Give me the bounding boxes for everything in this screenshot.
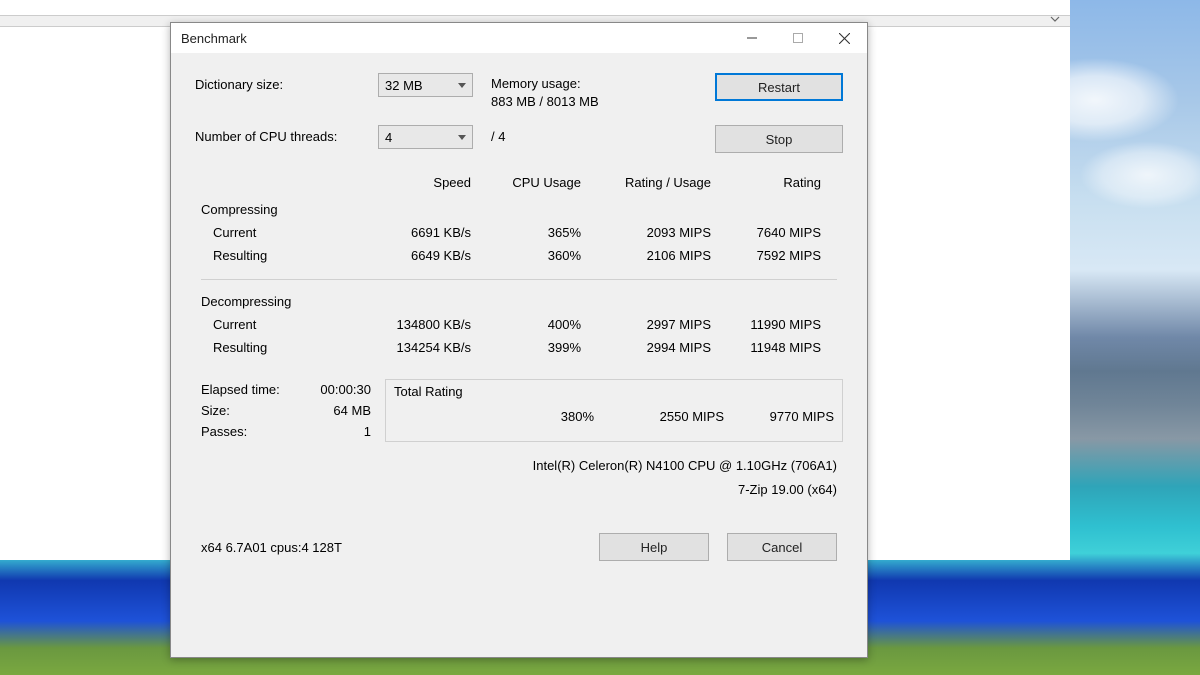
chevron-down-icon: [458, 83, 466, 88]
cell-cpu: 360%: [471, 248, 581, 263]
passes-value: 1: [311, 424, 371, 439]
table-row: Resulting 134254 KB/s 399% 2994 MIPS 119…: [201, 336, 837, 359]
cell-speed: 134254 KB/s: [331, 340, 471, 355]
size-label: Size:: [201, 403, 311, 418]
column-cpu-usage: CPU Usage: [471, 175, 581, 190]
table-row: Resulting 6649 KB/s 360% 2106 MIPS 7592 …: [201, 244, 837, 267]
compressing-label: Compressing: [201, 202, 837, 217]
column-speed: Speed: [331, 175, 471, 190]
cell-rating: 11948 MIPS: [711, 340, 821, 355]
row-label: Current: [201, 317, 331, 332]
cell-rating: 11990 MIPS: [711, 317, 821, 332]
chevron-down-icon: [458, 135, 466, 140]
cell-speed: 6691 KB/s: [331, 225, 471, 240]
build-version-text: x64 6.7A01 cpus:4 128T: [201, 540, 599, 555]
titlebar-text: Benchmark: [181, 31, 247, 46]
cell-rating: 7592 MIPS: [711, 248, 821, 263]
passes-label: Passes:: [201, 424, 311, 439]
dictionary-size-label: Dictionary size:: [195, 73, 360, 92]
cell-rating-usage: 2093 MIPS: [581, 225, 711, 240]
size-value: 64 MB: [311, 403, 371, 418]
memory-usage-value: 883 MB / 8013 MB: [491, 93, 697, 111]
total-rating: 9770 MIPS: [724, 409, 834, 424]
stop-button[interactable]: Stop: [715, 125, 843, 153]
restart-button[interactable]: Restart: [715, 73, 843, 101]
row-label: Resulting: [201, 340, 331, 355]
cell-rating-usage: 2994 MIPS: [581, 340, 711, 355]
cell-rating: 7640 MIPS: [711, 225, 821, 240]
cell-speed: 134800 KB/s: [331, 317, 471, 332]
cpu-threads-label: Number of CPU threads:: [195, 125, 360, 144]
results-table: Speed CPU Usage Rating / Usage Rating Co…: [201, 171, 837, 359]
help-button[interactable]: Help: [599, 533, 709, 561]
column-rating: Rating: [711, 175, 821, 190]
decompressing-label: Decompressing: [201, 294, 837, 309]
total-cpu: 380%: [484, 409, 594, 424]
cpu-threads-select[interactable]: 4: [378, 125, 473, 149]
cpu-threads-value: 4: [385, 130, 392, 145]
cpu-threads-max: / 4: [491, 125, 505, 144]
cell-rating-usage: 2106 MIPS: [581, 248, 711, 263]
minimize-button[interactable]: [729, 23, 775, 53]
cancel-button[interactable]: Cancel: [727, 533, 837, 561]
total-rating-title: Total Rating: [394, 384, 834, 399]
elapsed-time-label: Elapsed time:: [201, 382, 311, 397]
table-row: Current 6691 KB/s 365% 2093 MIPS 7640 MI…: [201, 221, 837, 244]
titlebar[interactable]: Benchmark: [171, 23, 867, 53]
cell-cpu: 400%: [471, 317, 581, 332]
table-row: Current 134800 KB/s 400% 2997 MIPS 11990…: [201, 313, 837, 336]
desktop-wallpaper-clouds: [850, 0, 1200, 250]
elapsed-time-value: 00:00:30: [311, 382, 371, 397]
total-rating-usage: 2550 MIPS: [594, 409, 724, 424]
memory-usage-label: Memory usage:: [491, 75, 697, 93]
cell-cpu: 365%: [471, 225, 581, 240]
dictionary-size-select[interactable]: 32 MB: [378, 73, 473, 97]
close-button[interactable]: [821, 23, 867, 53]
cell-rating-usage: 2997 MIPS: [581, 317, 711, 332]
dictionary-size-value: 32 MB: [385, 78, 423, 93]
app-version-text: 7-Zip 19.00 (x64): [195, 478, 837, 501]
cpu-info-text: Intel(R) Celeron(R) N4100 CPU @ 1.10GHz …: [195, 454, 837, 477]
cell-speed: 6649 KB/s: [331, 248, 471, 263]
row-label: Current: [201, 225, 331, 240]
column-rating-usage: Rating / Usage: [581, 175, 711, 190]
row-label: Resulting: [201, 248, 331, 263]
benchmark-dialog: Benchmark Dictionary size: 32 MB Memory …: [170, 22, 868, 658]
cell-cpu: 399%: [471, 340, 581, 355]
total-rating-box: Total Rating 380% 2550 MIPS 9770 MIPS: [385, 379, 843, 442]
maximize-button[interactable]: [775, 23, 821, 53]
